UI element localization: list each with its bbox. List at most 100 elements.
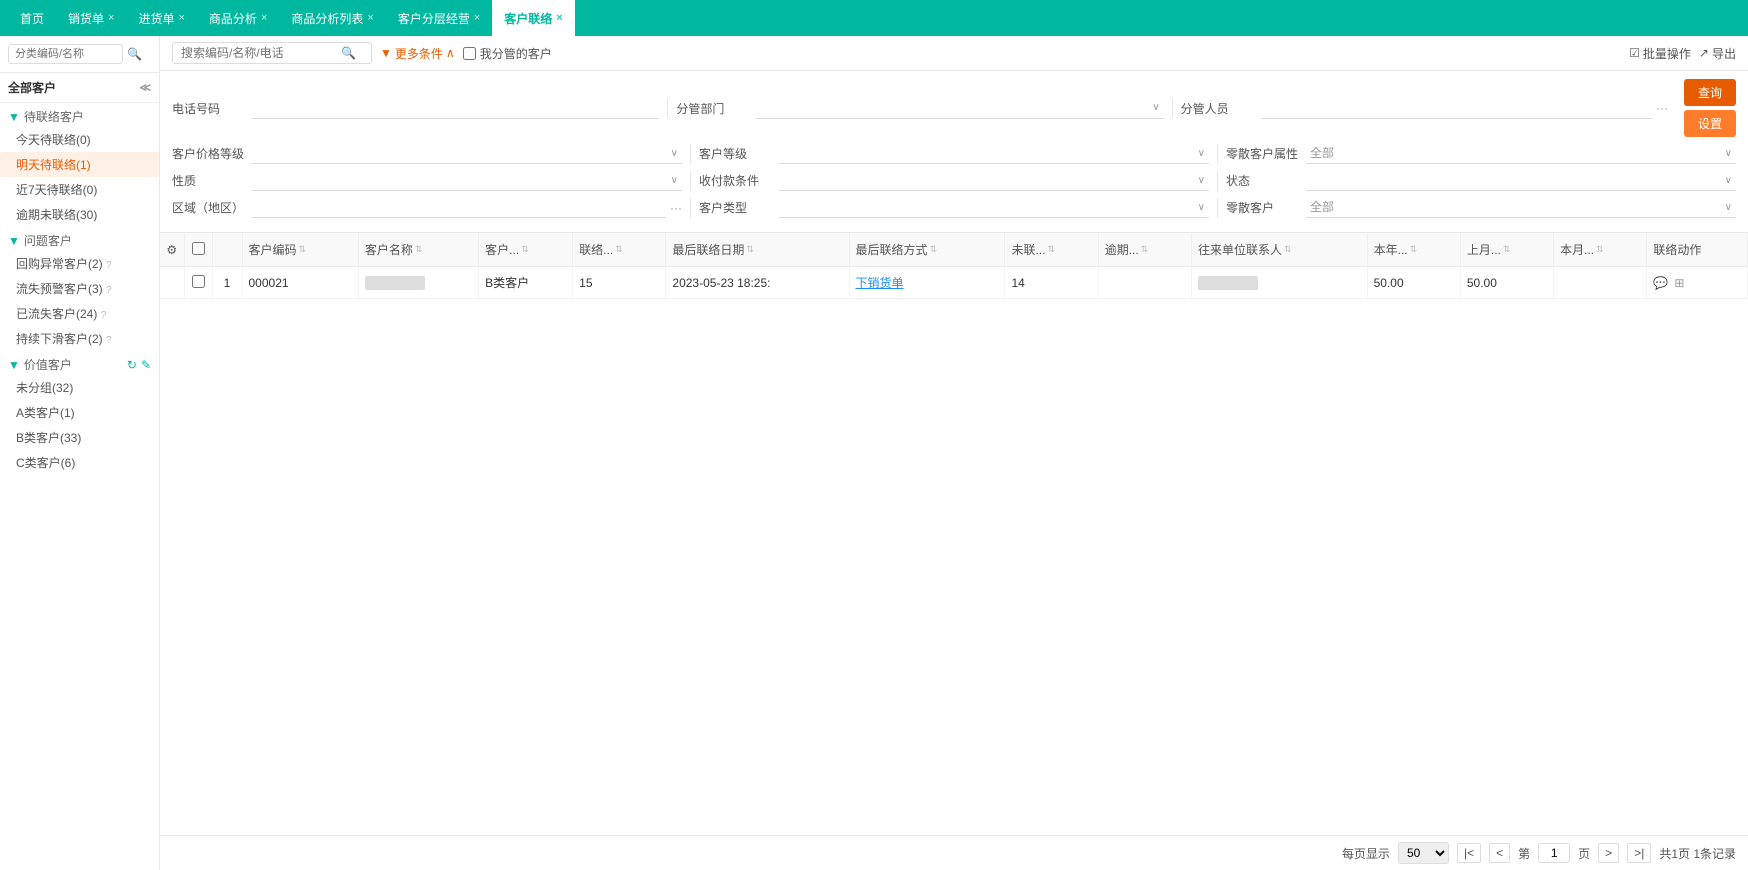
set-button[interactable]: 设置 — [1684, 110, 1736, 137]
my-customers-checkbox[interactable] — [463, 47, 476, 60]
sidebar-item-today-contact[interactable]: 今天待联络(0) — [0, 127, 159, 152]
group-problem-customers: ▼ 问题客户 — [0, 227, 159, 251]
page-input[interactable] — [1538, 843, 1570, 863]
sort-icon-code: ⇅ — [299, 244, 307, 255]
nav-purchase-order[interactable]: 进货单 × — [126, 0, 196, 36]
filter-customer-type: 客户类型 ∨ — [699, 197, 1209, 218]
query-button[interactable]: 查询 — [1684, 79, 1736, 106]
filter-dept: 分管部门 ∨ — [676, 98, 1163, 119]
retail-attr-select[interactable]: 全部 — [1306, 143, 1736, 163]
checkbox-icon: ☑ — [1629, 46, 1640, 60]
per-page-select[interactable]: 50 100 200 — [1398, 842, 1449, 864]
last-method-link[interactable]: 下销货单 — [856, 276, 904, 290]
nav-customer-tier[interactable]: 客户分层经营 × — [386, 0, 492, 36]
nav-product-analysis[interactable]: 商品分析 × — [197, 0, 279, 36]
filter-actions: 查询 设置 — [1684, 79, 1736, 137]
sidebar-item-class-c[interactable]: C类客户(6) — [0, 450, 159, 475]
filter-search-icon[interactable]: 🔍 — [341, 46, 356, 60]
next-page-btn[interactable]: > — [1598, 843, 1619, 863]
my-customers-check: 我分管的客户 — [463, 45, 552, 62]
nav-close-product-analysis-list[interactable]: × — [367, 12, 373, 24]
filter-icon: ▼ — [380, 46, 392, 60]
filter-retail-customer: 零散客户 全部 ∨ — [1226, 197, 1736, 218]
th-settings: ⚙ — [160, 233, 184, 267]
prev-page-btn[interactable]: < — [1489, 843, 1510, 863]
region-dots-icon[interactable]: ··· — [670, 201, 682, 215]
refresh-icon[interactable]: ↻ — [127, 358, 137, 372]
nav-sales-order[interactable]: 销货单 × — [56, 0, 126, 36]
nav-close-sales-order[interactable]: × — [108, 12, 114, 24]
sidebar-item-7days-contact[interactable]: 近7天待联络(0) — [0, 177, 159, 202]
manager-dots-icon[interactable]: ··· — [1656, 101, 1668, 115]
nav-close-purchase-order[interactable]: × — [178, 12, 184, 24]
row-settings — [160, 267, 184, 299]
sort-icon-overdue: ⇅ — [1141, 244, 1149, 255]
sidebar-item-declining[interactable]: 持续下滑客户(2) ? — [0, 326, 159, 351]
group-value-customers: ▼ 价值客户 ↻ ✎ — [0, 351, 159, 375]
sidebar-item-repurchase-anomaly[interactable]: 回购异常客户(2) ? — [0, 251, 159, 276]
sidebar-all-customers[interactable]: 全部客户 ≪ — [0, 73, 159, 103]
customer-level-wrapper: ∨ — [779, 143, 1209, 164]
row-name — [358, 267, 478, 299]
search-input[interactable] — [181, 46, 341, 60]
grid-action-icon[interactable]: ⊞ — [1674, 276, 1684, 290]
batch-ops-btn[interactable]: ☑ 批量操作 — [1629, 45, 1691, 62]
triangle-icon: ▼ — [8, 110, 20, 124]
export-btn[interactable]: ↗ 导出 — [1699, 45, 1736, 62]
page-label: 第 — [1518, 845, 1530, 862]
first-page-btn[interactable]: |< — [1457, 843, 1481, 863]
status-select[interactable] — [1306, 170, 1736, 190]
divider-7 — [690, 198, 691, 218]
sidebar-search-input[interactable] — [8, 44, 123, 64]
customer-type-select[interactable] — [779, 197, 1209, 217]
row-checkbox[interactable] — [192, 275, 205, 288]
nav-close-customer-tier[interactable]: × — [474, 12, 480, 24]
last-page-btn[interactable]: >| — [1627, 843, 1651, 863]
search-box: 🔍 — [172, 42, 372, 64]
customer-level-select[interactable] — [779, 143, 1209, 163]
main-layout: 🔍 全部客户 ≪ ▼ 待联络客户 今天待联络(0) 明天待联络(1) 近7天待联… — [0, 36, 1748, 870]
manager-input[interactable] — [1261, 98, 1652, 119]
sidebar-item-ungrouped[interactable]: 未分组(32) — [0, 375, 159, 400]
sidebar-search-icon[interactable]: 🔍 — [127, 47, 142, 61]
row-checkbox-cell — [184, 267, 212, 299]
nav-close-customer-contact[interactable]: × — [556, 12, 562, 24]
filter-price-level: 客户价格等级 ∨ — [172, 143, 682, 164]
row-no-contact: 14 — [1005, 267, 1098, 299]
row-code: 000021 — [242, 267, 358, 299]
sidebar-item-overdue-contact[interactable]: 逾期未联络(30) — [0, 202, 159, 227]
nav-customer-contact[interactable]: 客户联络 × — [492, 0, 574, 36]
nav-home[interactable]: 首页 — [8, 0, 56, 36]
dept-select[interactable] — [756, 98, 1163, 118]
edit-icon[interactable]: ✎ — [141, 358, 151, 372]
nav-close-product-analysis[interactable]: × — [261, 12, 267, 24]
region-input[interactable] — [252, 197, 666, 218]
divider-6 — [1217, 171, 1218, 191]
sidebar-item-churned[interactable]: 已流失客户(24) ? — [0, 301, 159, 326]
retail-customer-select[interactable]: 全部 — [1306, 197, 1736, 217]
price-level-select[interactable] — [252, 143, 682, 163]
advanced-filter-panel: 电话号码 分管部门 ∨ 分管人员 ··· — [160, 71, 1748, 233]
row-this-month — [1554, 267, 1647, 299]
select-all-checkbox[interactable] — [192, 242, 205, 255]
retail-attr-wrapper: 全部 ∨ — [1306, 143, 1736, 164]
th-this-year: 本年... ⇅ — [1367, 233, 1460, 267]
payment-select[interactable] — [779, 170, 1209, 190]
phone-input[interactable] — [252, 98, 659, 119]
divider-1 — [667, 98, 668, 118]
settings-icon[interactable]: ⚙ — [166, 243, 177, 257]
filter-status: 状态 ∨ — [1226, 170, 1736, 191]
sidebar-item-class-b[interactable]: B类客户(33) — [0, 425, 159, 450]
divider-8 — [1217, 198, 1218, 218]
all-customers-label: 全部客户 — [8, 79, 56, 96]
th-overdue: 逾期... ⇅ — [1098, 233, 1191, 267]
sidebar-item-class-a[interactable]: A类客户(1) — [0, 400, 159, 425]
th-name: 客户名称 ⇅ — [358, 233, 478, 267]
sidebar-item-tomorrow-contact[interactable]: 明天待联络(1) — [0, 152, 159, 177]
sidebar-item-churn-warning[interactable]: 流失预警客户(3) ? — [0, 276, 159, 301]
more-filter-btn[interactable]: ▼ 更多条件 ∧ — [380, 45, 455, 62]
nature-select[interactable] — [252, 170, 682, 190]
nav-product-analysis-list[interactable]: 商品分析列表 × — [279, 0, 385, 36]
chat-action-icon[interactable]: 💬 — [1653, 276, 1668, 290]
retail-customer-wrapper: 全部 ∨ — [1306, 197, 1736, 218]
